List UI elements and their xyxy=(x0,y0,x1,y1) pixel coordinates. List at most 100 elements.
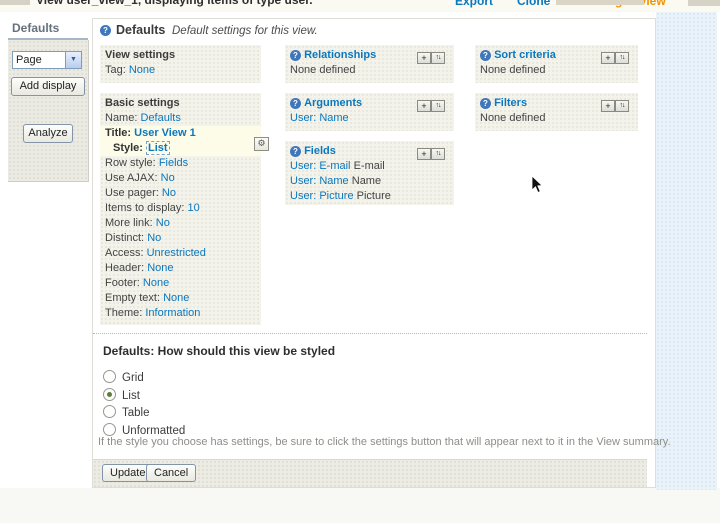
radio-label: List xyxy=(122,390,140,402)
view-settings-title: View settings xyxy=(105,48,256,63)
arguments-title-link[interactable]: Arguments xyxy=(304,97,362,109)
setting-value-link[interactable]: List xyxy=(146,141,170,155)
chevron-down-icon[interactable]: ▼ xyxy=(65,52,81,68)
clone-link[interactable]: Clone xyxy=(517,0,550,8)
rearrange-icon[interactable]: ↑↓ xyxy=(615,52,629,64)
setting-row: Footer: None xyxy=(105,276,256,291)
help-icon[interactable]: ? xyxy=(290,98,301,109)
setting-value-link[interactable]: Fields xyxy=(159,157,188,169)
radio-icon[interactable] xyxy=(103,370,116,383)
style-form-heading: Defaults: How should this view be styled xyxy=(103,344,335,358)
radio-option-unformatted[interactable]: Unformatted xyxy=(103,423,185,437)
radio-option-grid[interactable]: Grid xyxy=(103,370,144,384)
sort-criteria-title-link[interactable]: Sort criteria xyxy=(494,49,556,61)
setting-value-link[interactable]: User View 1 xyxy=(134,127,196,139)
setting-value-link[interactable]: No xyxy=(156,217,170,229)
sort-criteria-panel: ? Sort criteria +↑↓ None defined xyxy=(475,45,638,83)
radio-icon[interactable] xyxy=(103,405,116,418)
cancel-button[interactable]: Cancel xyxy=(146,464,196,482)
field-link[interactable]: User: E-mail xyxy=(290,160,351,172)
setting-row: Access: Unrestricted xyxy=(105,246,256,261)
setting-label: Empty text: xyxy=(105,292,160,304)
setting-value-link[interactable]: No xyxy=(162,187,176,199)
page-background-bottom xyxy=(0,488,720,523)
field-item: User: Name Name xyxy=(290,174,449,189)
setting-value-link[interactable]: Defaults xyxy=(140,112,180,124)
radio-selected-icon[interactable] xyxy=(103,388,116,401)
setting-value-link[interactable]: Unrestricted xyxy=(147,247,206,259)
rearrange-icon[interactable]: ↑↓ xyxy=(431,100,445,112)
relationships-title-link[interactable]: Relationships xyxy=(304,49,376,61)
tag-row: Tag: None xyxy=(105,63,256,78)
fields-panel: ? Fields +↑↓ User: E-mail E-mail User: N… xyxy=(285,141,454,205)
setting-value-link[interactable]: 10 xyxy=(188,202,200,214)
add-icon[interactable]: + xyxy=(601,100,615,112)
setting-row: Use pager: No xyxy=(105,186,256,201)
add-icon[interactable]: + xyxy=(417,100,431,112)
display-type-value: Page xyxy=(16,54,42,66)
add-display-button[interactable]: Add display xyxy=(11,77,85,96)
setting-value-link[interactable]: None xyxy=(163,292,189,304)
filters-title-link[interactable]: Filters xyxy=(494,97,527,109)
radio-icon[interactable] xyxy=(103,423,116,436)
radio-option-list[interactable]: List xyxy=(103,388,140,402)
setting-value-link[interactable]: None xyxy=(143,277,169,289)
setting-label: Style: xyxy=(113,142,143,154)
setting-value-link[interactable]: No xyxy=(147,232,161,244)
filters-panel: ? Filters +↑↓ None defined xyxy=(475,93,638,131)
rearrange-icon[interactable]: ↑↓ xyxy=(615,100,629,112)
relationships-panel: ? Relationships +↑↓ None defined xyxy=(285,45,454,83)
help-icon[interactable]: ? xyxy=(480,50,491,61)
field-suffix: Name xyxy=(352,175,381,187)
style-form-description: If the style you choose has settings, be… xyxy=(98,436,650,448)
help-icon[interactable]: ? xyxy=(480,98,491,109)
setting-row: Row style: Fields xyxy=(105,156,256,171)
add-icon[interactable]: + xyxy=(417,52,431,64)
setting-label: Footer: xyxy=(105,277,140,289)
setting-label: Use pager: xyxy=(105,187,159,199)
tag-value-link[interactable]: None xyxy=(129,64,155,76)
mouse-cursor xyxy=(531,175,543,194)
help-icon[interactable]: ? xyxy=(290,50,301,61)
export-link[interactable]: Export xyxy=(455,0,493,8)
help-icon[interactable]: ? xyxy=(100,25,111,36)
basic-settings-title: Basic settings xyxy=(105,96,256,111)
setting-label: Access: xyxy=(105,247,144,259)
setting-value-link[interactable]: No xyxy=(161,172,175,184)
rearrange-icon[interactable]: ↑↓ xyxy=(431,52,445,64)
setting-label: Header: xyxy=(105,262,144,274)
setting-row: Empty text: None xyxy=(105,291,256,306)
help-icon[interactable]: ? xyxy=(290,146,301,157)
display-type-select[interactable]: Page ▼ xyxy=(12,51,82,69)
field-link[interactable]: User: Name xyxy=(290,175,349,187)
field-suffix: E-mail xyxy=(354,160,385,172)
form-buttons-bar: Update Cancel xyxy=(93,459,647,487)
setting-value-link[interactable]: Information xyxy=(145,307,200,319)
add-icon[interactable]: + xyxy=(601,52,615,64)
setting-label: Items to display: xyxy=(105,202,184,214)
field-suffix: Picture xyxy=(357,190,391,202)
fields-title-link[interactable]: Fields xyxy=(304,145,336,157)
form-separator xyxy=(93,333,647,334)
view-settings-panel: View settings Tag: None xyxy=(100,45,261,83)
setting-row: Items to display: 10 xyxy=(105,201,256,216)
tab-defaults[interactable]: Defaults xyxy=(12,21,59,35)
field-link[interactable]: User: Picture xyxy=(290,190,354,202)
setting-row: Name: Defaults xyxy=(105,111,256,126)
setting-label: Distinct: xyxy=(105,232,144,244)
rearrange-icon[interactable]: ↑↓ xyxy=(431,148,445,160)
browser-chrome-fragment xyxy=(556,0,644,5)
basic-settings-panel: Basic settings Name: Defaults Title: Use… xyxy=(100,93,261,325)
argument-link[interactable]: User: Name xyxy=(290,112,349,124)
display-subtitle: Default settings for this view. xyxy=(172,25,318,37)
style-settings-gear-button[interactable]: ⚙ xyxy=(254,137,269,151)
display-controls-box: Page ▼ Add display Analyze xyxy=(8,40,89,182)
radio-label: Grid xyxy=(122,372,144,384)
tag-label: Tag: xyxy=(105,64,126,76)
setting-label: Use AJAX: xyxy=(105,172,158,184)
add-icon[interactable]: + xyxy=(417,148,431,160)
setting-value-link[interactable]: None xyxy=(147,262,173,274)
setting-row: Theme: Information xyxy=(105,306,256,321)
radio-option-table[interactable]: Table xyxy=(103,405,150,419)
analyze-button[interactable]: Analyze xyxy=(23,124,73,143)
